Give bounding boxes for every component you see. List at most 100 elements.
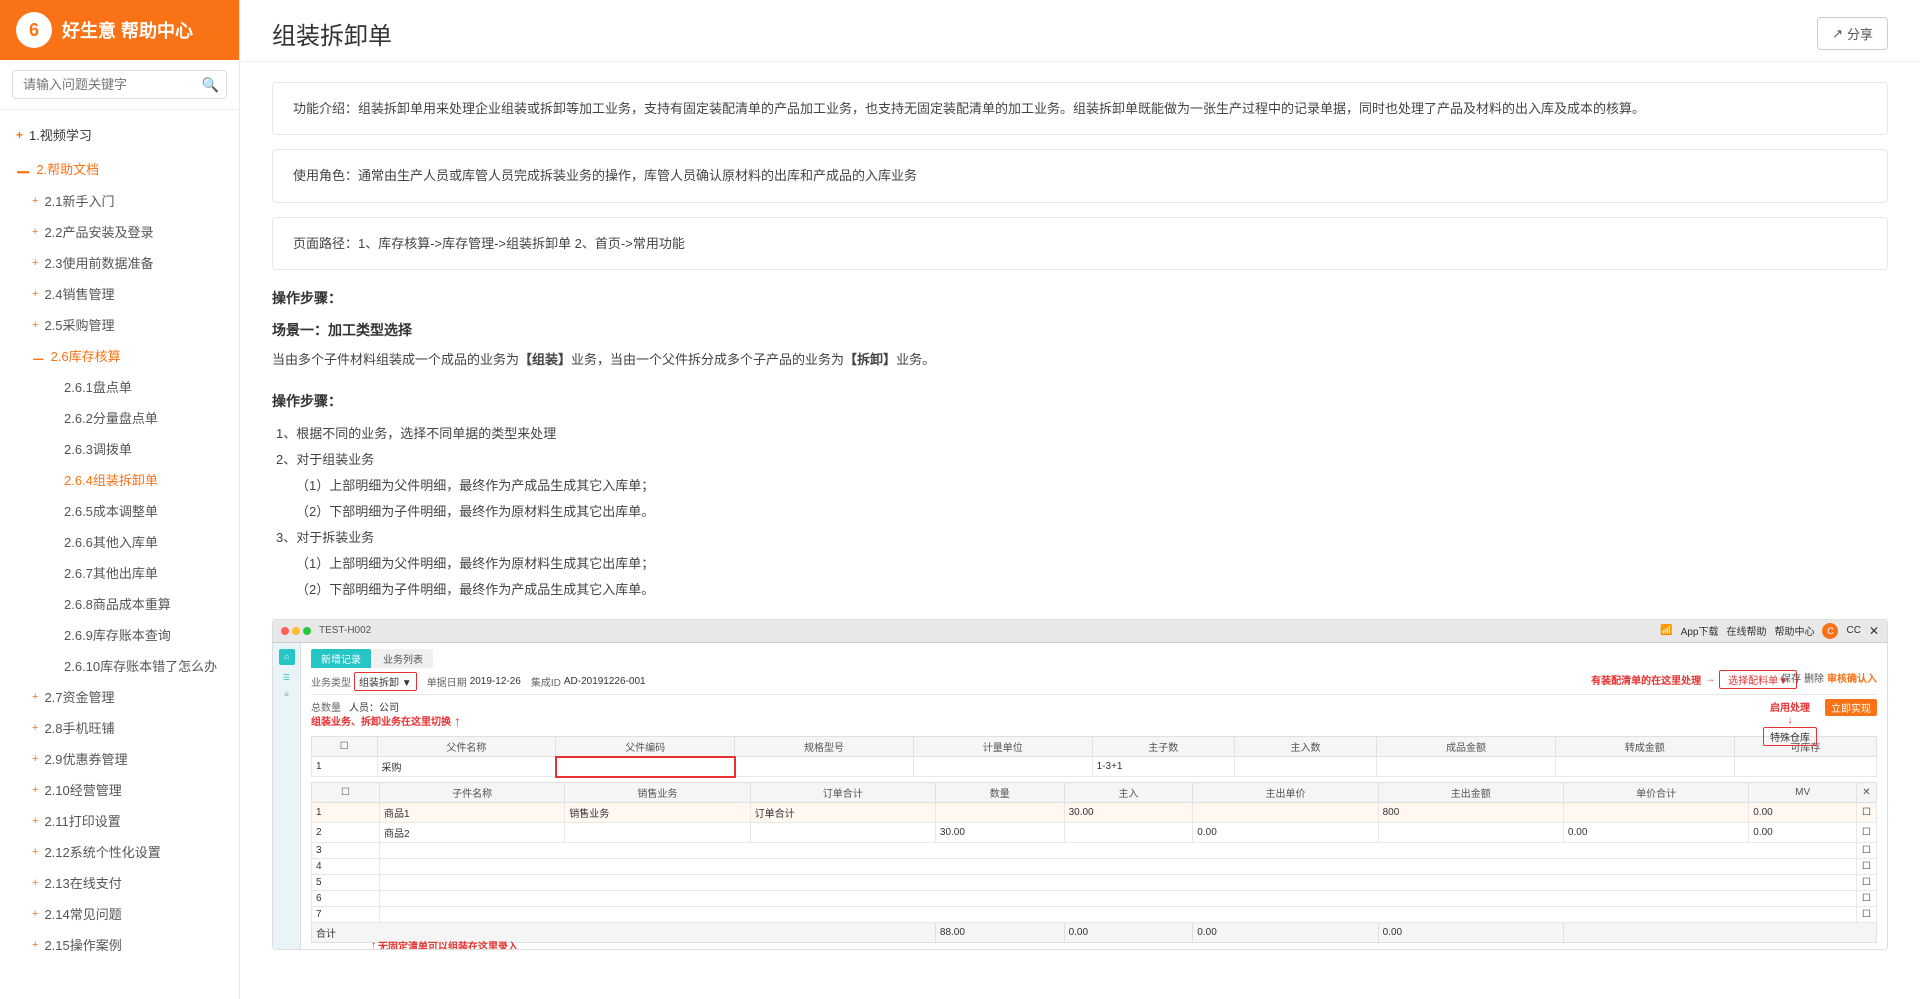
sidebar-item-transfer[interactable]: 2.6.3调拨单: [32, 433, 239, 464]
th-out-amt: 主出金额: [1378, 782, 1563, 802]
sidebar-item-stocktake[interactable]: 2.6.1盘点单: [32, 371, 239, 402]
sidebar-item-partial-stocktake[interactable]: 2.6.2分量盘点单: [32, 402, 239, 433]
sidebar-item-data-prep[interactable]: + 2.3使用前数据准备: [16, 247, 239, 278]
td-empty: [379, 906, 1856, 922]
window-left: TEST-H002: [281, 625, 371, 636]
td-qty: [935, 802, 1064, 822]
td-num: 2: [312, 822, 380, 842]
plus-icon: +: [32, 939, 38, 951]
sidebar-item-label: 2.帮助文档: [36, 159, 99, 178]
sidebar-item-cases[interactable]: + 2.15操作案例: [16, 929, 239, 960]
plus-icon: +: [32, 257, 38, 269]
sidebar-item-print[interactable]: + 2.11打印设置: [16, 805, 239, 836]
sidebar-item-cost-adjust[interactable]: 2.6.5成本调整单: [32, 495, 239, 526]
plus-icon: +: [32, 195, 38, 207]
business-type-label: 业务类型: [311, 674, 351, 689]
intro-block-2: 使用角色：通常由生产人员或库管人员完成拆装业务的操作，库管人员确认原材料的出库和…: [272, 149, 1888, 202]
td-biz: [565, 822, 750, 842]
search-box[interactable]: 🔍: [0, 60, 239, 110]
sidebar-item-faq[interactable]: + 2.14常见问题: [16, 898, 239, 929]
annotation-2: 组装业务、拆卸业务在这里切换 ↑: [311, 713, 461, 729]
td-empty: [379, 842, 1856, 858]
th-parent-code: 父件编码: [556, 736, 735, 757]
home-icon[interactable]: ⌂: [279, 649, 295, 665]
customer-service: 在线帮助: [1726, 623, 1766, 638]
table-row: 3 ☐: [312, 842, 1877, 858]
td-action[interactable]: ☐: [1857, 802, 1877, 822]
sidebar-item-ops[interactable]: + 2.10经营管理: [16, 774, 239, 805]
annotation-4: ↑ 无固定清单可以组装在这里录入: [371, 938, 518, 950]
business-type-value[interactable]: 组装拆卸 ▼: [354, 672, 417, 691]
sidebar-item-online-pay[interactable]: + 2.13在线支付: [16, 867, 239, 898]
annotation-4-arrow: ↑: [371, 940, 376, 950]
sidebar-item-cost-recalc[interactable]: 2.6.8商品成本重算: [32, 588, 239, 619]
td-name: 商品2: [379, 822, 564, 842]
tab-new-record[interactable]: 新增记录: [311, 649, 371, 668]
td-total: 0.00: [1563, 822, 1748, 842]
td-action[interactable]: ☐: [1857, 906, 1877, 922]
td-prod-amt: [1377, 757, 1556, 777]
intro-block-1: 功能介绍：组装拆卸单用来处理企业组装或拆卸等加工业务，支持有固定装配清单的产品加…: [272, 82, 1888, 135]
sidebar-item-finance[interactable]: + 2.7资金管理: [16, 681, 239, 712]
th-qty2: 主入数: [1234, 736, 1376, 757]
share-label: 分享: [1847, 24, 1873, 43]
sidebar-item-stock-ledger[interactable]: 2.6.9库存账本查询: [32, 619, 239, 650]
intro-text-2: 使用角色：通常由生产人员或库管人员完成拆装业务的操作，库管人员确认原材料的出库和…: [293, 168, 917, 183]
page-title: 组装拆卸单: [272, 16, 392, 51]
sidebar-item-label: 2.15操作案例: [44, 935, 121, 954]
td-action[interactable]: ☐: [1857, 822, 1877, 842]
sidebar-item-coupon[interactable]: + 2.9优惠券管理: [16, 743, 239, 774]
delete-btn[interactable]: 删除: [1804, 670, 1824, 685]
td-action[interactable]: ☐: [1857, 890, 1877, 906]
sidebar-item-other-out[interactable]: 2.6.7其他出库单: [32, 557, 239, 588]
th-total-price: 单价合计: [1563, 782, 1748, 802]
save-btn[interactable]: 保存: [1781, 670, 1801, 685]
sidebar-item-install[interactable]: + 2.2产品安装及登录: [16, 216, 239, 247]
th-order-total: 订单合计: [750, 782, 935, 802]
tab-list[interactable]: 业务列表: [373, 649, 433, 668]
table-row: 1 采购 1-3+1: [312, 757, 1877, 777]
sidebar-item-sales[interactable]: + 2.4销售管理: [16, 278, 239, 309]
td-empty: [379, 874, 1856, 890]
window-controls: [281, 627, 311, 635]
sidebar-item-inventory[interactable]: ⚊ 2.6库存核算: [16, 340, 239, 371]
app-icon: 📶: [1660, 625, 1672, 636]
warehouse-field[interactable]: 特殊仓库: [1763, 727, 1817, 746]
screenshot-container: TEST-H002 📶 App下载 在线帮助 帮助中心 C CC ✕ ⌂: [272, 619, 1888, 950]
sidebar-item-video-learning[interactable]: + 1.视频学习: [0, 118, 239, 151]
sidebar-item-mobile[interactable]: + 2.8手机旺铺: [16, 712, 239, 743]
operation-steps-label: 操作步骤：: [272, 391, 1888, 411]
sidebar-item-newbie[interactable]: + 2.1新手入门: [16, 185, 239, 216]
td-order: [750, 822, 935, 842]
window-title: TEST-H002: [319, 625, 371, 636]
sidebar-item-help-docs[interactable]: ⚊ 2.帮助文档: [0, 151, 239, 185]
sidebar-item-other-in[interactable]: 2.6.6其他入库单: [32, 526, 239, 557]
sidebar-item-purchase[interactable]: + 2.5采购管理: [16, 309, 239, 340]
sidebar-item-label: 2.11打印设置: [44, 811, 120, 830]
sidebar-item-label: 2.8手机旺铺: [44, 718, 114, 737]
footer-row: 合计 88.00 0.00 0.00 0.00: [312, 922, 1877, 942]
list-icon[interactable]: ≡: [284, 690, 289, 699]
sidebar-item-assembly[interactable]: 2.6.4组装拆卸单: [32, 464, 239, 495]
close-icon[interactable]: ✕: [1869, 624, 1879, 638]
confirm-warehouse-btn[interactable]: 立即实现: [1825, 699, 1877, 716]
menu-icon[interactable]: ☰: [283, 673, 290, 682]
td-action[interactable]: ☐: [1857, 874, 1877, 890]
search-input[interactable]: [12, 70, 227, 99]
sidebar-item-stock-ledger-fix[interactable]: 2.6.10库存账本错了怎么办: [32, 650, 239, 681]
confirm-btn[interactable]: 审核确认入: [1827, 670, 1877, 685]
share-button[interactable]: ↗ 分享: [1817, 17, 1888, 50]
th-spec: 规格型号: [735, 736, 914, 757]
td-action[interactable]: ☐: [1857, 842, 1877, 858]
plus-icon: +: [32, 877, 38, 889]
td-total-out-price: 0.00: [1193, 922, 1378, 942]
table-row: 5 ☐: [312, 874, 1877, 890]
sidebar-item-settings[interactable]: + 2.12系统个性化设置: [16, 836, 239, 867]
sidebar-nav: + 1.视频学习 ⚊ 2.帮助文档 + 2.1新手入门 + 2.2产品安装及登录: [0, 110, 239, 999]
td-out-price: [1193, 802, 1378, 822]
td-empty: [379, 858, 1856, 874]
td-stock: [1734, 757, 1876, 777]
th-main-in: 主入: [1064, 782, 1193, 802]
td-name: 商品1: [379, 802, 564, 822]
td-action[interactable]: ☐: [1857, 858, 1877, 874]
